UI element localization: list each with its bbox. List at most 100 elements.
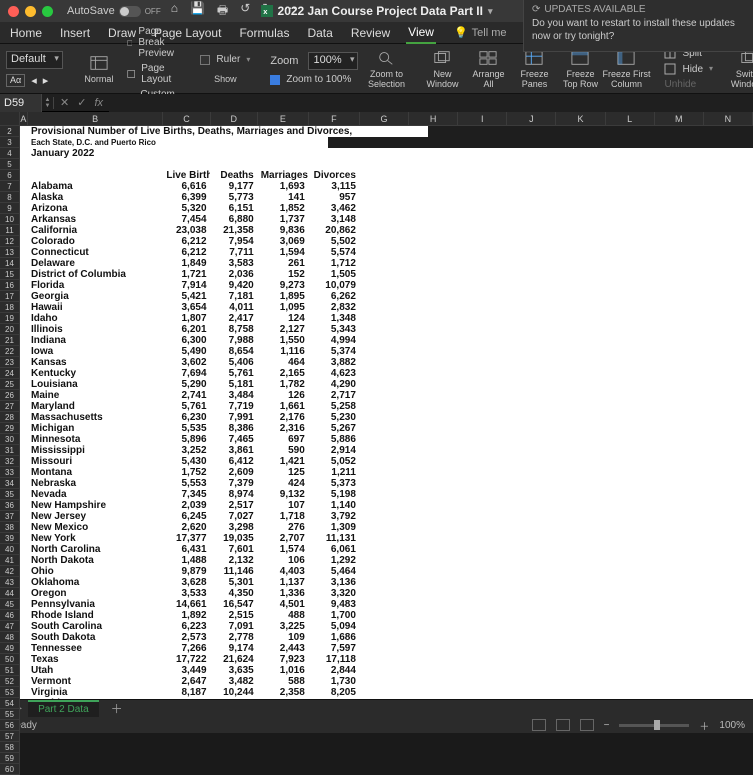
cell[interactable] [507,478,556,489]
cell[interactable]: Louisiana [28,379,163,390]
cell[interactable] [458,577,507,588]
cell[interactable] [20,511,28,522]
cell[interactable] [409,214,458,225]
cell[interactable]: 2,358 [258,687,309,698]
cell[interactable] [409,687,458,698]
cell[interactable]: 1,292 [309,555,360,566]
cell[interactable] [655,401,704,412]
cell[interactable] [360,555,409,566]
cell[interactable] [409,412,458,423]
cell[interactable]: 10,244 [211,687,258,698]
cell[interactable] [409,148,458,159]
cell[interactable] [655,522,704,533]
cell[interactable]: 11,146 [211,566,258,577]
cell[interactable] [20,291,28,302]
cell[interactable]: 4,994 [309,335,360,346]
cell[interactable] [360,621,409,632]
cell[interactable]: 5,258 [309,401,360,412]
cell[interactable] [409,478,458,489]
cell[interactable]: 1,095 [258,302,309,313]
cell[interactable] [458,280,507,291]
split-chevron-icon[interactable]: ▾ [709,64,713,73]
cell[interactable] [507,225,556,236]
cell[interactable] [360,269,409,280]
cell[interactable] [507,555,556,566]
cell[interactable] [409,291,458,302]
cell[interactable] [606,522,655,533]
cell[interactable] [606,588,655,599]
cell[interactable] [458,225,507,236]
cell[interactable] [606,555,655,566]
cell[interactable] [556,159,605,170]
cell[interactable] [20,676,28,687]
cell[interactable] [409,203,458,214]
row-header-40[interactable]: 40 [0,544,19,555]
cell[interactable] [507,379,556,390]
row-header-29[interactable]: 29 [0,423,19,434]
cell[interactable] [655,236,704,247]
cell[interactable]: Utah [28,665,163,676]
cell[interactable]: 7,379 [211,478,258,489]
undo-icon[interactable]: ↺ [240,1,250,22]
cell[interactable] [704,291,753,302]
cell[interactable]: 3,583 [211,258,258,269]
cell[interactable] [409,434,458,445]
cell[interactable]: 6,300 [163,335,210,346]
cell[interactable] [606,291,655,302]
cell[interactable]: 4,011 [211,302,258,313]
cell[interactable] [409,456,458,467]
cell[interactable] [704,148,753,159]
cell[interactable]: 5,301 [211,577,258,588]
cell[interactable] [409,302,458,313]
cell[interactable] [458,335,507,346]
cell[interactable] [655,621,704,632]
cell[interactable]: 8,187 [163,687,210,698]
cell[interactable]: 9,836 [258,225,309,236]
cell[interactable]: 7,923 [258,654,309,665]
cell[interactable]: South Dakota [28,632,163,643]
cell[interactable] [360,544,409,555]
cell[interactable] [507,610,556,621]
cell[interactable] [704,500,753,511]
cell[interactable] [704,588,753,599]
cell[interactable] [704,247,753,258]
cell[interactable] [20,577,28,588]
cell[interactable] [20,302,28,313]
cell[interactable] [556,445,605,456]
row-header-35[interactable]: 35 [0,489,19,500]
row-header-21[interactable]: 21 [0,335,19,346]
print-icon[interactable]: 🖶 [217,1,228,22]
cell[interactable]: 6,245 [163,511,210,522]
cell[interactable] [458,445,507,456]
cell[interactable]: 3,654 [163,302,210,313]
cell[interactable]: 2,165 [258,368,309,379]
cell[interactable] [458,434,507,445]
cell[interactable] [507,676,556,687]
cell[interactable]: 5,198 [309,489,360,500]
cell[interactable]: 1,876 [258,698,309,699]
cell[interactable]: 3,482 [211,676,258,687]
cell[interactable] [360,346,409,357]
cell[interactable]: 1,211 [309,467,360,478]
row-header-14[interactable]: 14 [0,258,19,269]
row-header-47[interactable]: 47 [0,621,19,632]
cell[interactable] [20,698,28,699]
cell[interactable] [28,170,163,181]
cell[interactable] [360,412,409,423]
cell[interactable] [507,258,556,269]
cell[interactable]: 7,711 [211,247,258,258]
cell[interactable]: 3,115 [309,181,360,192]
cell[interactable] [655,346,704,357]
freeze-first-column-button[interactable]: Freeze First Column [606,46,646,91]
cell[interactable]: 590 [258,445,309,456]
cell[interactable] [704,390,753,401]
cell[interactable] [556,698,605,699]
row-header-8[interactable]: 8 [0,192,19,203]
cell[interactable] [606,280,655,291]
cell[interactable]: 5,886 [309,434,360,445]
cell[interactable] [655,632,704,643]
cell[interactable] [409,225,458,236]
cell[interactable] [360,258,409,269]
cell[interactable]: North Carolina [28,544,163,555]
cell[interactable] [556,544,605,555]
